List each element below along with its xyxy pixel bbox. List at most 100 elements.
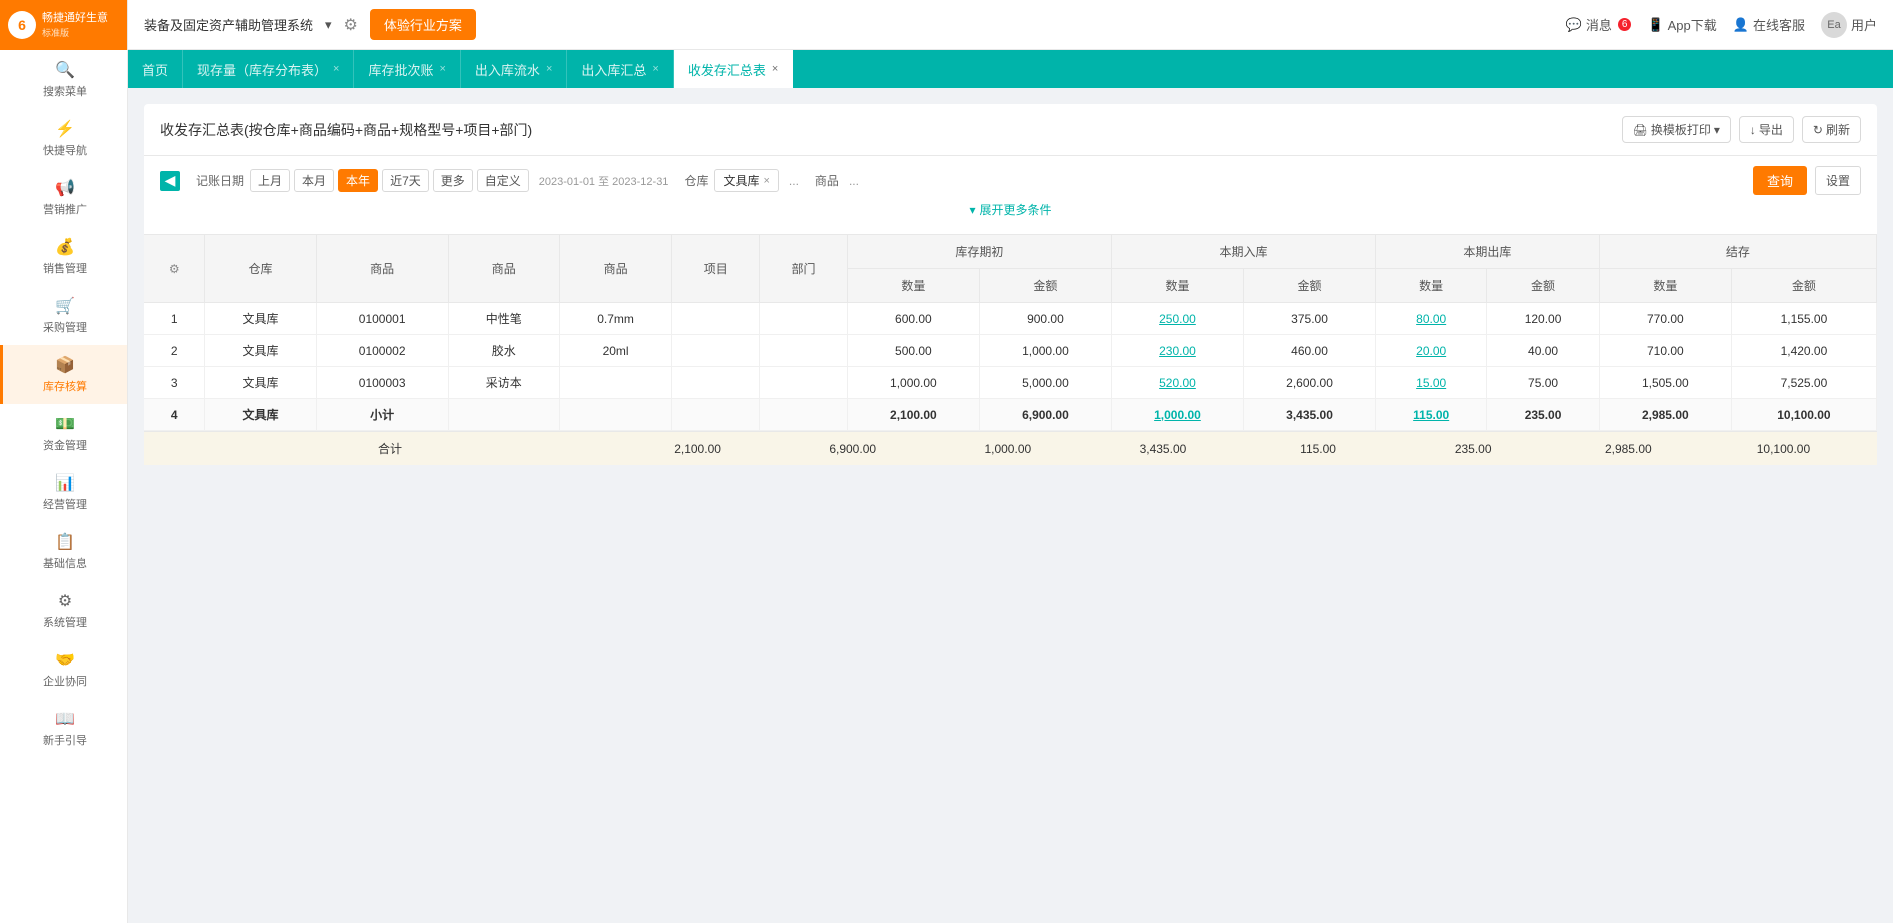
sales-icon: 💰 [55,237,75,257]
footer-closing-qty: 2,985.00 [1551,442,1706,456]
table-section: ⚙ 仓库 商品 商品 商品 项目 部门 库存期初 本期入库 本期出库 结存 [144,235,1877,465]
sub-closing-amt: 10,100.00 [1731,399,1876,431]
data-table: ⚙ 仓库 商品 商品 商品 项目 部门 库存期初 本期入库 本期出库 结存 [144,235,1877,431]
export-button[interactable]: ↓ 导出 [1739,116,1794,143]
sub-empty4 [760,399,848,431]
tab-recv-send[interactable]: 收发存汇总表 × [674,50,793,88]
message-button[interactable]: 💬 消息 6 [1566,15,1632,34]
template-print-button[interactable]: 🖨 换模板打印 ▾ [1622,116,1731,143]
online-service-button[interactable]: 👤 在线客服 [1733,15,1805,34]
sidebar-item-management[interactable]: 📊 经营管理 [0,463,127,522]
trial-button[interactable]: 体验行业方案 [370,9,476,40]
sub-in-qty: 1,000.00 [1111,399,1243,431]
date-btn-custom[interactable]: 自定义 [477,169,529,192]
sidebar-item-label: 经营管理 [43,496,87,512]
tab-close-icon[interactable]: × [333,63,339,75]
purchase-icon: 🛒 [55,296,75,316]
expand-more-button[interactable]: ▾ 展开更多条件 [160,195,1861,224]
tab-close-icon[interactable]: × [772,63,778,75]
row-no: 1 [144,303,205,335]
date-btn-last-month[interactable]: 上月 [250,169,290,192]
sidebar-item-label: 系统管理 [43,614,87,630]
date-btn-this-year[interactable]: 本年 [338,169,378,192]
app-download-button[interactable]: 📱 App下载 [1647,15,1716,34]
sidebar-item-label: 搜索菜单 [43,83,87,99]
guide-icon: 📖 [55,709,75,729]
goods-more[interactable]: ... [849,174,859,188]
th-in: 本期入库 [1111,235,1375,269]
gear-icon[interactable]: ⚙ [344,15,358,35]
date-range-text: 2023-01-01 至 2023-12-31 [539,173,669,189]
quicknav-icon: ⚡ [55,119,75,139]
th-goods-code: 商品 [316,235,448,303]
sidebar-item-label: 资金管理 [43,437,87,453]
tab-summary[interactable]: 出入库汇总 × [567,50,673,88]
basicinfo-icon: 📋 [55,532,75,552]
table-row: 2 文具库 0100002 胶水 20ml 500.00 1,000.00 23… [144,335,1877,367]
row-out-qty[interactable]: 80.00 [1376,303,1487,335]
th-out-amt: 金额 [1487,269,1600,303]
sidebar-item-inventory[interactable]: 📦 库存核算 [0,345,127,404]
row-in-qty[interactable]: 230.00 [1111,335,1243,367]
table-row: 1 文具库 0100001 中性笔 0.7mm 600.00 900.00 25… [144,303,1877,335]
sidebar-item-sales[interactable]: 💰 销售管理 [0,227,127,286]
sidebar-item-system[interactable]: ⚙ 系统管理 [0,581,127,640]
row-in-amt: 460.00 [1244,335,1376,367]
warehouse-label: 仓库 [684,172,708,189]
sidebar-item-purchase[interactable]: 🛒 采购管理 [0,286,127,345]
warehouse-more[interactable]: ... [789,174,799,188]
row-in-qty[interactable]: 520.00 [1111,367,1243,399]
row-closing-qty: 1,505.00 [1599,367,1731,399]
sub-opening-qty: 2,100.00 [847,399,979,431]
sidebar-item-enterprise[interactable]: 🤝 企业协同 [0,640,127,699]
sidebar-item-guide[interactable]: 📖 新手引导 [0,699,127,758]
date-btn-more[interactable]: 更多 [433,169,473,192]
row-closing-amt: 1,155.00 [1731,303,1876,335]
sidebar-item-quicknav[interactable]: ⚡ 快捷导航 [0,109,127,168]
filter-toggle-button[interactable]: ◀ [160,171,180,191]
user-menu[interactable]: Ea 用户 [1821,12,1877,38]
row-in-qty[interactable]: 250.00 [1111,303,1243,335]
sidebar-item-basic-info[interactable]: 📋 基础信息 [0,522,127,581]
row-in-amt: 2,600.00 [1244,367,1376,399]
tab-label: 出入库汇总 [581,60,646,79]
date-btn-this-month[interactable]: 本月 [294,169,334,192]
sidebar-nav: 🔍 搜索菜单 ⚡ 快捷导航 📢 营销推广 💰 销售管理 🛒 采购管理 📦 [0,50,127,923]
sub-label: 小计 [316,399,448,431]
filter-section: ◀ 记账日期 上月 本月 本年 近7天 更多 自定义 2023-01-01 至 … [144,156,1877,235]
warehouse-tag-close[interactable]: × [763,175,769,187]
tab-close-icon[interactable]: × [652,63,658,75]
row-out-qty[interactable]: 15.00 [1376,367,1487,399]
sub-opening-amt: 6,900.00 [979,399,1111,431]
refresh-button[interactable]: ↻ 刷新 [1802,116,1861,143]
footer-in-qty: 1,000.00 [930,442,1085,456]
tab-batch[interactable]: 库存批次账 × [354,50,460,88]
date-btn-7days[interactable]: 近7天 [382,169,429,192]
tab-home[interactable]: 首页 [128,50,183,88]
row-goods-name: 采访本 [448,367,559,399]
th-settings[interactable]: ⚙ [144,235,205,303]
footer-out-amt: 235.00 [1396,442,1551,456]
query-button[interactable]: 查询 [1753,166,1807,195]
online-service-label: 在线客服 [1753,15,1805,34]
row-opening-qty: 500.00 [847,335,979,367]
row-project [672,303,760,335]
tab-close-icon[interactable]: × [439,63,445,75]
row-goods-spec: 0.7mm [559,303,671,335]
row-goods-name: 胶水 [448,335,559,367]
footer-closing-amt: 10,100.00 [1706,442,1861,456]
sidebar-item-marketing[interactable]: 📢 营销推广 [0,168,127,227]
tab-close-icon[interactable]: × [546,63,552,75]
finance-icon: 💵 [55,414,75,434]
th-in-qty: 数量 [1111,269,1243,303]
row-out-qty[interactable]: 20.00 [1376,335,1487,367]
sidebar-item-finance[interactable]: 💵 资金管理 [0,404,127,463]
goods-filter-group: 商品 ... [815,172,859,189]
sidebar-item-search[interactable]: 🔍 搜索菜单 [0,50,127,109]
tab-inventory-dist[interactable]: 现存量（库存分布表） × [183,50,354,88]
sidebar-item-label: 企业协同 [43,673,87,689]
setting-button[interactable]: 设置 [1815,166,1861,195]
row-goods-spec [559,367,671,399]
tab-flow[interactable]: 出入库流水 × [461,50,567,88]
system-dropdown[interactable]: ▾ [325,17,332,33]
